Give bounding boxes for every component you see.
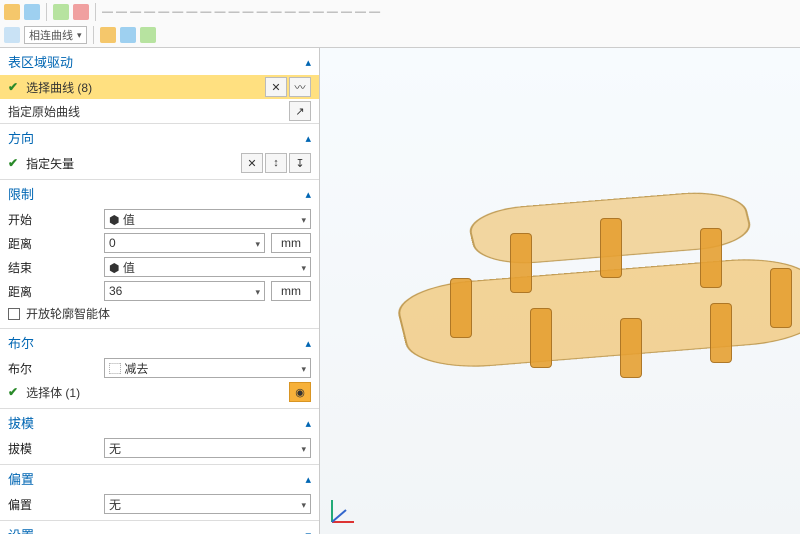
section-direction-header[interactable]: 方向 (0, 123, 319, 151)
orig-curve-label: 指定原始曲线 (8, 103, 80, 120)
tool-icon[interactable] (4, 27, 20, 43)
tool-icon[interactable] (24, 4, 40, 20)
curve-mode-dropdown[interactable]: 相连曲线 (24, 26, 87, 44)
section-boolean-header[interactable]: 布尔 (0, 328, 319, 356)
check-icon: ✔ (8, 385, 18, 399)
app-root: — — — — — — — — — — — — — — — — — — — — … (0, 0, 800, 534)
select-curve-label: 选择曲线 (8) (26, 79, 92, 96)
orig-curve-row[interactable]: 指定原始曲线 ↗ (0, 99, 319, 123)
select-body-label: 选择体 (1) (26, 384, 80, 401)
graphics-viewport[interactable]: odel1.prt 定板.prt (320, 48, 800, 534)
end-type-dropdown[interactable]: ⬢ 值 (104, 257, 311, 277)
tool-icon[interactable] (140, 27, 156, 43)
orig-curve-icon[interactable]: ↗ (289, 101, 311, 121)
draft-dropdown[interactable]: 无 (104, 438, 311, 458)
section-region-header[interactable]: 表区域驱动 (0, 48, 319, 75)
unit-label[interactable]: mm (271, 233, 311, 253)
tool-icon[interactable] (4, 4, 20, 20)
section-limits-header[interactable]: 限制 (0, 179, 319, 207)
draft-label: 拔模 (8, 440, 98, 457)
end-dist-label: 距离 (8, 283, 98, 300)
start-dist-input[interactable]: 0 (104, 233, 265, 253)
start-label: 开始 (8, 211, 98, 228)
section-offset-header[interactable]: 偏置 (0, 464, 319, 492)
body-icon[interactable]: ◉ (289, 382, 311, 402)
end-label: 结束 (8, 259, 98, 276)
toolbar-row-2: 相连曲线 (0, 24, 800, 48)
toolbar-row-1: — — — — — — — — — — — — — — — — — — — — (0, 0, 800, 24)
offset-label: 偏置 (8, 496, 98, 513)
vector-reverse-icon[interactable]: ↧ (289, 153, 311, 173)
sketch-icon[interactable]: ✕ (265, 77, 287, 97)
tool-icon[interactable] (120, 27, 136, 43)
tool-icon[interactable] (100, 27, 116, 43)
boolean-label: 布尔 (8, 360, 98, 377)
section-settings-header[interactable]: 设置 (0, 520, 319, 534)
view-triad-icon (324, 490, 364, 530)
vector-axis-icon[interactable]: ↕ (265, 153, 287, 173)
vector-picker-icon[interactable]: ✕ (241, 153, 263, 173)
check-icon: ✔ (8, 80, 18, 94)
start-dist-label: 距离 (8, 235, 98, 252)
model-preview (400, 118, 800, 438)
tool-icon[interactable] (73, 4, 89, 20)
unit-label[interactable]: mm (271, 281, 311, 301)
open-profile-checkbox[interactable] (8, 308, 20, 320)
curve-icon[interactable]: 〰 (289, 77, 311, 97)
select-curve-row[interactable]: ✔ 选择曲线 (8) ✕ 〰 (0, 75, 319, 99)
open-profile-label: 开放轮廓智能体 (26, 305, 110, 322)
start-type-dropdown[interactable]: ⬢ 值 (104, 209, 311, 229)
extrude-dialog: 表区域驱动 ✔ 选择曲线 (8) ✕ 〰 指定原始曲线 ↗ 方向 (0, 48, 320, 534)
end-dist-input[interactable]: 36 (104, 281, 265, 301)
tool-icon[interactable] (53, 4, 69, 20)
main-area: 表区域驱动 ✔ 选择曲线 (8) ✕ 〰 指定原始曲线 ↗ 方向 (0, 48, 800, 534)
section-draft-header[interactable]: 拔模 (0, 408, 319, 436)
toolbar-area: — — — — — — — — — — — — — — — — — — — — … (0, 0, 800, 48)
vector-label: 指定矢量 (26, 155, 116, 172)
offset-dropdown[interactable]: 无 (104, 494, 311, 514)
boolean-dropdown[interactable]: ⬚ 减去 (104, 358, 311, 378)
check-icon: ✔ (8, 156, 18, 170)
